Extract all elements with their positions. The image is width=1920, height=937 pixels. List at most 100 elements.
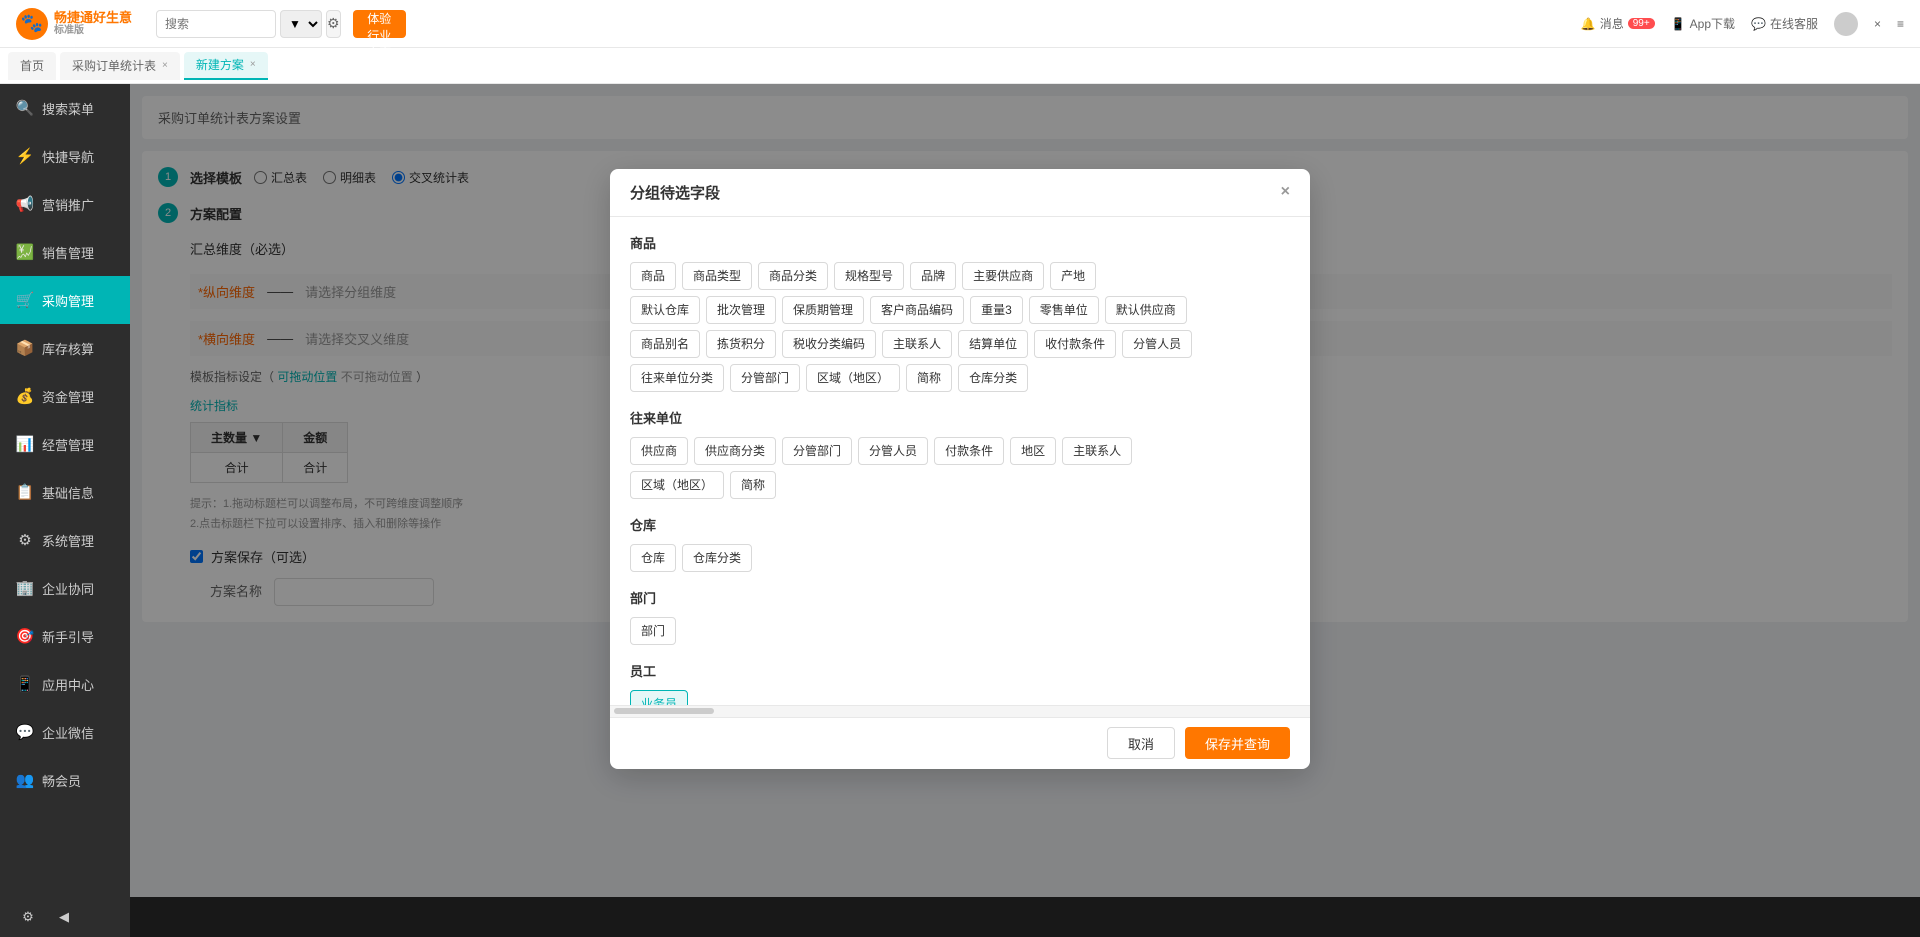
field-tag[interactable]: 供应商分类 bbox=[694, 437, 776, 465]
field-tag[interactable]: 分管人员 bbox=[1122, 330, 1192, 358]
top-header: 🐾 畅捷通好生意 标准版 ▼ ⚙ 体验行业方案 🔔 消息 99+ 📱 App下载… bbox=[0, 0, 1920, 48]
field-tag[interactable]: 结算单位 bbox=[958, 330, 1028, 358]
search-select[interactable]: ▼ bbox=[280, 10, 322, 38]
field-tag[interactable]: 地区 bbox=[1010, 437, 1056, 465]
tab-home[interactable]: 首页 bbox=[8, 52, 56, 80]
field-tag[interactable]: 收付款条件 bbox=[1034, 330, 1116, 358]
field-tag[interactable]: 分管部门 bbox=[782, 437, 852, 465]
warehouse-fields: 仓库 仓库分类 bbox=[630, 544, 1290, 572]
sidebar-item-operation[interactable]: 📊 经营管理 bbox=[0, 420, 130, 468]
field-tag[interactable]: 税收分类编码 bbox=[782, 330, 876, 358]
field-tag[interactable]: 付款条件 bbox=[934, 437, 1004, 465]
field-tag[interactable]: 区域（地区） bbox=[806, 364, 900, 392]
tab-home-label: 首页 bbox=[20, 57, 44, 74]
field-tag[interactable]: 仓库分类 bbox=[958, 364, 1028, 392]
tab-purchase-stats[interactable]: 采购订单统计表 × bbox=[60, 52, 180, 80]
field-tag[interactable]: 重量3 bbox=[970, 296, 1023, 324]
message-label: 消息 bbox=[1600, 15, 1624, 32]
search-input[interactable] bbox=[156, 10, 276, 38]
sidebar-item-basic[interactable]: 📋 基础信息 bbox=[0, 468, 130, 516]
field-tag[interactable]: 客户商品编码 bbox=[870, 296, 964, 324]
service-icon: 💬 bbox=[1751, 17, 1766, 31]
experience-button[interactable]: 体验行业方案 bbox=[353, 10, 406, 38]
sidebar-item-sales-label: 销售管理 bbox=[42, 243, 94, 262]
field-tag[interactable]: 批次管理 bbox=[706, 296, 776, 324]
sidebar-item-inventory-label: 库存核算 bbox=[42, 339, 94, 358]
modal-body: 商品 商品 商品类型 商品分类 规格型号 品牌 主要供应商 产地 默认仓库 批次… bbox=[610, 217, 1310, 705]
modal-confirm-button[interactable]: 保存并查询 bbox=[1185, 727, 1290, 759]
field-tag[interactable]: 主要供应商 bbox=[962, 262, 1044, 290]
section-title-warehouse: 仓库 bbox=[630, 515, 1290, 534]
field-tag[interactable]: 保质期管理 bbox=[782, 296, 864, 324]
sidebar-item-quick-nav-label: 快捷导航 bbox=[42, 147, 94, 166]
field-tag[interactable]: 简称 bbox=[730, 471, 776, 499]
field-tag[interactable]: 主联系人 bbox=[1062, 437, 1132, 465]
modal-header: 分组待选字段 × bbox=[610, 169, 1310, 217]
field-tag[interactable]: 品牌 bbox=[910, 262, 956, 290]
modal-cancel-button[interactable]: 取消 bbox=[1107, 727, 1175, 759]
sidebar-item-purchase[interactable]: 🛒 采购管理 bbox=[0, 276, 130, 324]
sidebar-item-app-center[interactable]: 📱 应用中心 bbox=[0, 660, 130, 708]
settings-icon: ⚙ bbox=[16, 531, 34, 549]
message-item[interactable]: 🔔 消息 99+ bbox=[1581, 15, 1655, 32]
field-tag[interactable]: 默认供应商 bbox=[1105, 296, 1187, 324]
field-tag[interactable]: 仓库分类 bbox=[682, 544, 752, 572]
field-tag[interactable]: 零售单位 bbox=[1029, 296, 1099, 324]
field-tag[interactable]: 商品别名 bbox=[630, 330, 700, 358]
expand-window[interactable]: ≡ bbox=[1897, 17, 1904, 31]
sidebar-item-inventory[interactable]: 📦 库存核算 bbox=[0, 324, 130, 372]
sidebar-item-finance[interactable]: 💰 资金管理 bbox=[0, 372, 130, 420]
header-right: 🔔 消息 99+ 📱 App下载 💬 在线客服 × ≡ bbox=[1581, 12, 1904, 36]
field-tag[interactable]: 商品分类 bbox=[758, 262, 828, 290]
sidebar-item-member[interactable]: 👥 畅会员 bbox=[0, 756, 130, 804]
bottom-settings-icon[interactable]: ⚙ bbox=[16, 905, 40, 929]
section-title-department: 部门 bbox=[630, 588, 1290, 607]
money-icon: 💰 bbox=[16, 387, 34, 405]
field-tag[interactable]: 分管部门 bbox=[730, 364, 800, 392]
field-tag[interactable]: 拣货积分 bbox=[706, 330, 776, 358]
users-icon: 👥 bbox=[16, 771, 34, 789]
field-tag-selected[interactable]: 业务员 bbox=[630, 690, 688, 705]
field-tag[interactable]: 供应商 bbox=[630, 437, 688, 465]
app-download-item[interactable]: 📱 App下载 bbox=[1671, 15, 1735, 32]
sidebar-item-sales[interactable]: 💹 销售管理 bbox=[0, 228, 130, 276]
field-tag[interactable]: 商品 bbox=[630, 262, 676, 290]
tab-new-plan[interactable]: 新建方案 × bbox=[184, 52, 268, 80]
sidebar-item-operation-label: 经营管理 bbox=[42, 435, 94, 454]
close-window[interactable]: × bbox=[1874, 17, 1881, 31]
bottom-collapse-icon[interactable]: ◀ bbox=[52, 905, 76, 929]
sidebar-item-enterprise[interactable]: 🏢 企业协同 bbox=[0, 564, 130, 612]
field-tag[interactable]: 区域（地区） bbox=[630, 471, 724, 499]
sidebar-item-beginner[interactable]: 🎯 新手引导 bbox=[0, 612, 130, 660]
tab-new-plan-close[interactable]: × bbox=[250, 59, 256, 70]
modal-close-button[interactable]: × bbox=[1281, 183, 1290, 201]
modal-horizontal-scrollbar[interactable] bbox=[610, 705, 1310, 717]
field-tag[interactable]: 主联系人 bbox=[882, 330, 952, 358]
field-tag[interactable]: 仓库 bbox=[630, 544, 676, 572]
sidebar-item-search-label: 搜索菜单 bbox=[42, 99, 94, 118]
field-tag[interactable]: 往来单位分类 bbox=[630, 364, 724, 392]
field-tag[interactable]: 商品类型 bbox=[682, 262, 752, 290]
message-icon: 🔔 bbox=[1581, 17, 1596, 31]
online-service-label: 在线客服 bbox=[1770, 15, 1818, 32]
wechat-icon: 💬 bbox=[16, 723, 34, 741]
field-tag[interactable]: 分管人员 bbox=[858, 437, 928, 465]
sidebar-item-marketing[interactable]: 📢 营销推广 bbox=[0, 180, 130, 228]
avatar[interactable] bbox=[1834, 12, 1858, 36]
field-tag[interactable]: 规格型号 bbox=[834, 262, 904, 290]
logo-icon: 🐾 bbox=[16, 8, 48, 40]
sidebar-item-search[interactable]: 🔍 搜索菜单 bbox=[0, 84, 130, 132]
field-tag[interactable]: 默认仓库 bbox=[630, 296, 700, 324]
box-icon: 📦 bbox=[16, 339, 34, 357]
sidebar-item-quick-nav[interactable]: ⚡ 快捷导航 bbox=[0, 132, 130, 180]
sidebar-item-system[interactable]: ⚙ 系统管理 bbox=[0, 516, 130, 564]
field-tag[interactable]: 产地 bbox=[1050, 262, 1096, 290]
employee-fields: 业务员 bbox=[630, 690, 1290, 705]
collapse-icon: ◀ bbox=[59, 909, 69, 925]
sidebar-item-wechat[interactable]: 💬 企业微信 bbox=[0, 708, 130, 756]
gear-button[interactable]: ⚙ bbox=[326, 10, 341, 38]
field-tag[interactable]: 简称 bbox=[906, 364, 952, 392]
tab-purchase-stats-close[interactable]: × bbox=[162, 60, 168, 71]
field-tag[interactable]: 部门 bbox=[630, 617, 676, 645]
online-service-item[interactable]: 💬 在线客服 bbox=[1751, 15, 1818, 32]
